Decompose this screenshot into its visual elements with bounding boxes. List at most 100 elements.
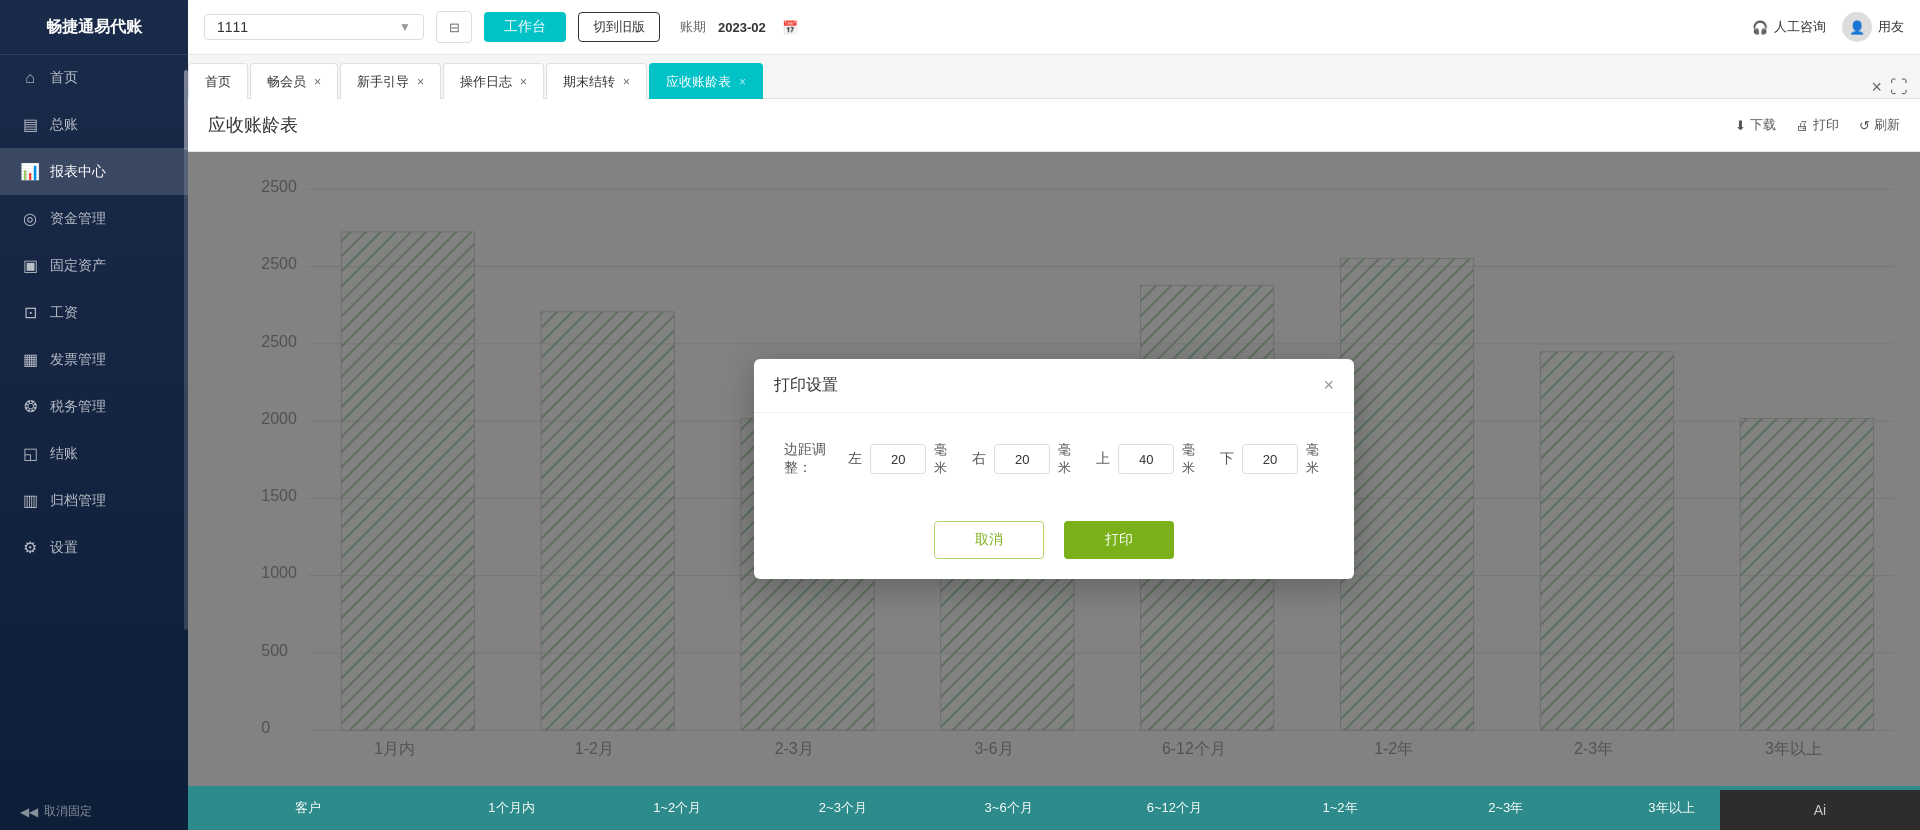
tab-close-aging[interactable]: × (739, 75, 746, 89)
sidebar-item-tax[interactable]: ❂税务管理 (0, 383, 188, 430)
download-button[interactable]: ⬇ 下载 (1735, 116, 1776, 134)
sidebar-item-assets[interactable]: ▣ 固定资产 (0, 242, 188, 289)
tab-expand-button[interactable]: ⛶ (1890, 77, 1908, 98)
sidebar-collapse-btn[interactable]: ◀◀ 取消固定 (0, 793, 188, 830)
margin-label: 边距调整： (784, 441, 832, 477)
modal-overlay: 打印设置 × 边距调整： 左 毫米 右 毫米 上 (188, 152, 1920, 786)
print-label: 打印 (1813, 116, 1839, 134)
headset-icon: 🎧 (1752, 20, 1768, 35)
confirm-print-button[interactable]: 打印 (1064, 521, 1174, 559)
cancel-button[interactable]: 取消 (934, 521, 1044, 559)
table-header: 客户1个月内1~2个月2~3个月3~6个月6~12个月1~2年2~3年3年以上合… (188, 786, 1920, 830)
refresh-button[interactable]: ↺ 刷新 (1859, 116, 1900, 134)
refresh-label: 刷新 (1874, 116, 1900, 134)
ai-label: Ai (1814, 802, 1826, 818)
collapse-label: 取消固定 (44, 803, 92, 820)
home-icon: ⌂ (20, 69, 40, 87)
settings-icon: ⚙ (20, 538, 40, 557)
user-info[interactable]: 👤 用友 (1842, 12, 1904, 42)
tab-aging[interactable]: 应收账龄表 × (649, 63, 763, 99)
main-area: 1111 ▼ ⊟ 工作台 切到旧版 账期 2023-02 📅 🎧 人工咨询 👤 … (188, 0, 1920, 830)
top-margin-input[interactable] (1118, 444, 1174, 474)
download-icon: ⬇ (1735, 118, 1746, 133)
left-unit: 毫米 (934, 441, 952, 477)
sidebar-item-funds[interactable]: ◎资金管理 (0, 195, 188, 242)
tab-label-aging: 应收账龄表 (666, 73, 731, 91)
content-actions: ⬇ 下载 🖨 打印 ↺ 刷新 (1735, 116, 1900, 134)
archive-button[interactable]: ⊟ (436, 11, 472, 43)
bottom-unit: 毫米 (1306, 441, 1324, 477)
right-label: 右 (972, 450, 986, 468)
sidebar-scrollbar-thumb (184, 70, 188, 150)
tab-member[interactable]: 畅会员 × (250, 63, 338, 99)
sidebar-item-home[interactable]: ⌂ 首页 (0, 55, 188, 101)
sidebar-item-payroll[interactable]: ⊡工资 (0, 289, 188, 336)
avatar-icon: 👤 (1849, 20, 1865, 35)
sidebar-label-funds: 资金管理 (50, 210, 106, 228)
topbar: 1111 ▼ ⊟ 工作台 切到旧版 账期 2023-02 📅 🎧 人工咨询 👤 … (188, 0, 1920, 55)
download-label: 下载 (1750, 116, 1776, 134)
table-col-3: 2~3个月 (760, 799, 926, 817)
sidebar: 畅捷通易代账 ⌂首页▤总账📊报表中心◎资金管理▣固定资产⊡工资▦发票管理❂税务管… (0, 0, 188, 830)
sidebar-label-reports: 报表中心 (50, 163, 106, 181)
invoice-icon: ▦ (20, 350, 40, 369)
sidebar-item-settle[interactable]: ◱结账 (0, 430, 188, 477)
chart-area: 2500 2500 2500 2000 1500 1000 500 0 (188, 152, 1920, 786)
content-area: 应收账龄表 ⬇ 下载 🖨 打印 ↺ 刷新 2500 (188, 99, 1920, 830)
period-calendar-icon[interactable]: 📅 (782, 20, 798, 35)
tab-label-guide: 新手引导 (357, 73, 409, 91)
tab-close-member[interactable]: × (314, 75, 321, 89)
tab-label-member: 畅会员 (267, 73, 306, 91)
tab-close-all-button[interactable]: × (1871, 77, 1882, 98)
tab-close-yearend[interactable]: × (623, 75, 630, 89)
content-header: 应收账龄表 ⬇ 下载 🖨 打印 ↺ 刷新 (188, 99, 1920, 152)
left-margin-input[interactable] (870, 444, 926, 474)
refresh-icon: ↺ (1859, 118, 1870, 133)
tab-label-home: 首页 (205, 73, 231, 91)
sidebar-label-home: 首页 (50, 69, 78, 87)
sidebar-label-tax: 税务管理 (50, 398, 106, 416)
sidebar-label-assets: 固定资产 (50, 257, 106, 275)
table-col-7: 2~3年 (1423, 799, 1589, 817)
ai-bar[interactable]: Ai (1720, 790, 1920, 830)
right-margin-input[interactable] (994, 444, 1050, 474)
period-value: 2023-02 (718, 20, 766, 35)
sidebar-item-settings[interactable]: ⚙设置 (0, 524, 188, 571)
tab-actions: × ⛶ (1871, 77, 1920, 98)
right-unit: 毫米 (1058, 441, 1076, 477)
assets-icon: ▣ (20, 256, 40, 275)
table-col-2: 1~2个月 (594, 799, 760, 817)
company-name: 1111 (217, 19, 393, 35)
sidebar-item-reports[interactable]: 📊 报表中心 (0, 148, 188, 195)
tab-close-guide[interactable]: × (417, 75, 424, 89)
bottom-margin-input[interactable] (1242, 444, 1298, 474)
modal-close-button[interactable]: × (1323, 375, 1334, 396)
table-col-5: 6~12个月 (1091, 799, 1257, 817)
page-title: 应收账龄表 (208, 113, 298, 137)
archive-icon: ⊟ (449, 20, 460, 35)
table-col-0: 客户 (188, 799, 429, 817)
tab-guide[interactable]: 新手引导 × (340, 63, 441, 99)
tab-home[interactable]: 首页 (188, 63, 248, 99)
tab-yearend[interactable]: 期末结转 × (546, 63, 647, 99)
sidebar-item-archive[interactable]: ▥归档管理 (0, 477, 188, 524)
tab-close-oplog[interactable]: × (520, 75, 527, 89)
sidebar-item-invoice[interactable]: ▦ 发票管理 (0, 336, 188, 383)
company-select[interactable]: 1111 ▼ (204, 14, 424, 40)
username: 用友 (1878, 18, 1904, 36)
workbench-button[interactable]: 工作台 (484, 12, 566, 42)
print-button[interactable]: 🖨 打印 (1796, 116, 1839, 134)
archive-icon: ▥ (20, 491, 40, 510)
reports-icon: 📊 (20, 162, 40, 181)
top-label: 上 (1096, 450, 1110, 468)
sidebar-item-ledger[interactable]: ▤总账 (0, 101, 188, 148)
ledger-icon: ▤ (20, 115, 40, 134)
tab-oplog[interactable]: 操作日志× (443, 63, 544, 99)
modal-footer: 取消 打印 (754, 505, 1354, 579)
consultation-btn[interactable]: 🎧 人工咨询 (1752, 18, 1826, 36)
sidebar-label-settle: 结账 (50, 445, 78, 463)
modal-body: 边距调整： 左 毫米 右 毫米 上 毫米 下 毫米 (754, 413, 1354, 505)
switch-version-button[interactable]: 切到旧版 (578, 12, 660, 42)
sidebar-label-invoice: 发票管理 (50, 351, 106, 369)
tab-label-yearend: 期末结转 (563, 73, 615, 91)
